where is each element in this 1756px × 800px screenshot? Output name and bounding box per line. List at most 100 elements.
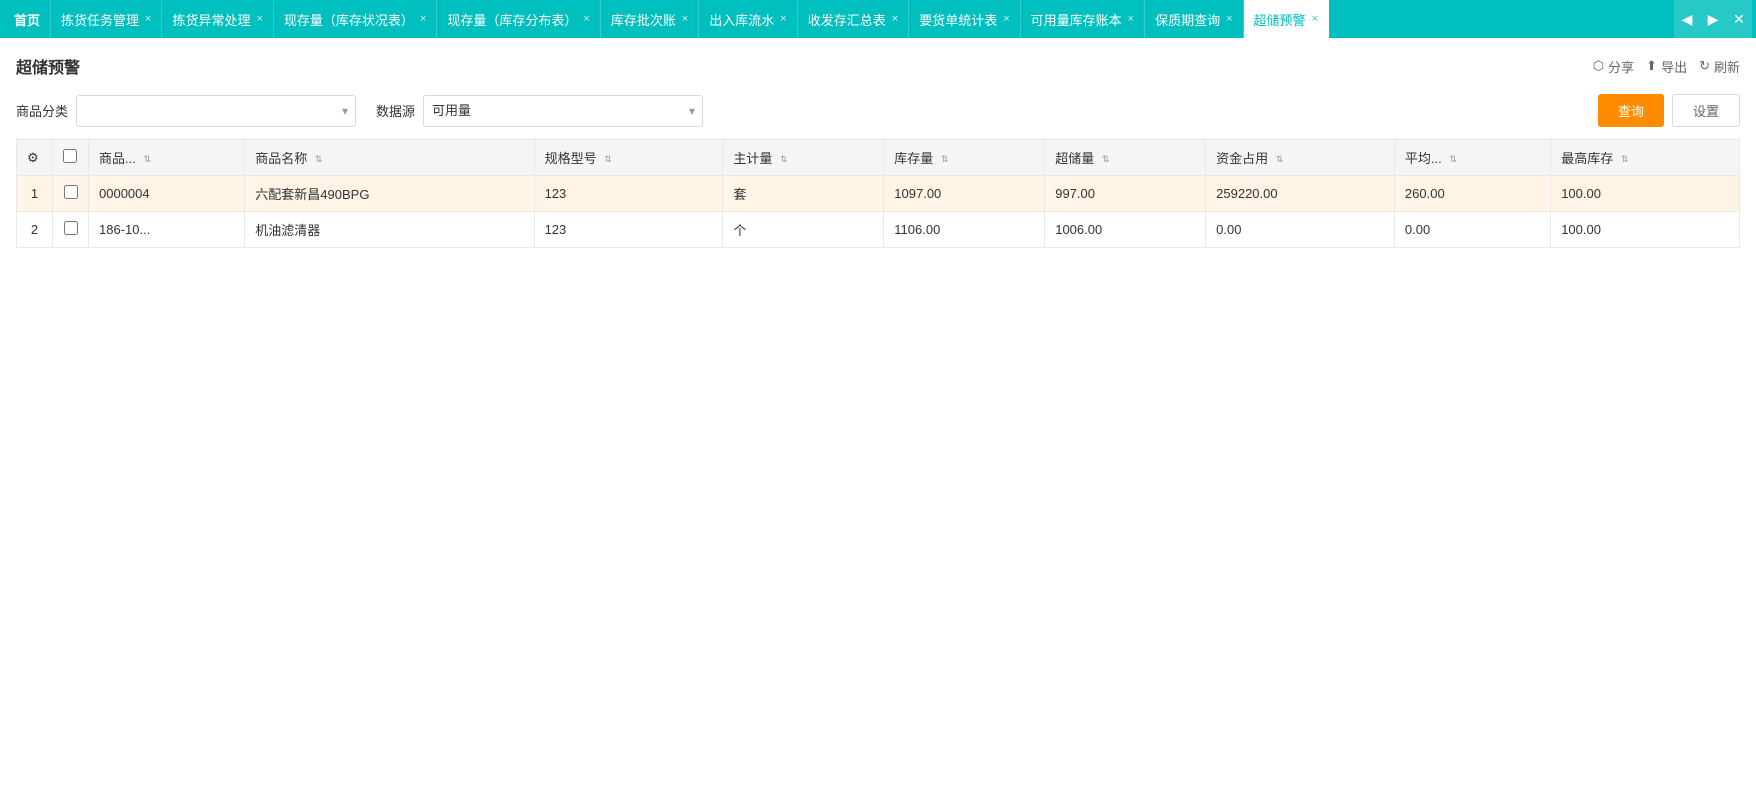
nav-tab-expiry-query[interactable]: 保质期查询 × [1145, 0, 1243, 38]
col-gear: ⚙ [17, 140, 53, 176]
row-checkbox[interactable] [64, 185, 78, 199]
sort-icon-stock[interactable]: ⇅ [941, 155, 949, 164]
col-max-stock: 最高库存 ⇅ [1551, 140, 1740, 176]
select-all-checkbox[interactable] [63, 149, 77, 163]
row-product-code: 186-10... [89, 212, 245, 248]
col-avg: 平均... ⇅ [1394, 140, 1550, 176]
sort-icon-capital[interactable]: ⇅ [1276, 155, 1284, 164]
nav-tab-pick-task-close[interactable]: × [145, 13, 151, 25]
page-title: 超储预警 [16, 54, 80, 78]
category-select-wrapper [76, 95, 356, 127]
col-capital-label: 资金占用 [1216, 151, 1268, 166]
row-capital: 0.00 [1206, 212, 1395, 248]
col-spec: 规格型号 ⇅ [534, 140, 723, 176]
nav-tab-pick-abnormal[interactable]: 拣货异常处理 × [162, 0, 273, 38]
nav-tab-order-stats[interactable]: 要货单统计表 × [909, 0, 1020, 38]
datasource-filter-label: 数据源 [376, 101, 415, 120]
nav-arrows: ◀ ▶ ✕ [1674, 0, 1752, 38]
col-unit: 主计量 ⇅ [723, 140, 884, 176]
sort-icon-spec[interactable]: ⇅ [604, 155, 612, 164]
table-header: ⚙ 商品... ⇅ 商品名称 ⇅ 规格型号 ⇅ 主计量 [17, 140, 1740, 176]
nav-tab-overstock-warning[interactable]: 超储预警 × [1244, 0, 1329, 38]
nav-tab-order-stats-close[interactable]: × [1003, 13, 1009, 25]
refresh-button[interactable]: ↻ 刷新 [1699, 57, 1740, 76]
main-content: 超储预警 ⬡ 分享 ⬆ 导出 ↻ 刷新 商品分类 [0, 38, 1756, 800]
sort-icon-overstock[interactable]: ⇅ [1102, 155, 1110, 164]
nav-tab-overstock-warning-close[interactable]: × [1312, 13, 1318, 25]
col-overstock-label: 超储量 [1055, 151, 1094, 166]
datasource-select[interactable]: 可用量 库存量 [423, 95, 703, 127]
nav-tab-overstock-warning-label: 超储预警 [1254, 10, 1306, 29]
nav-tab-batch-account[interactable]: 库存批次账 × [601, 0, 699, 38]
nav-tab-receive-summary-label: 收发存汇总表 [808, 10, 886, 29]
row-capital: 259220.00 [1206, 176, 1395, 212]
row-product-name: 六配套新昌490BPG [245, 176, 534, 212]
nav-tab-inout-flow-close[interactable]: × [780, 13, 786, 25]
sort-icon-product-code[interactable]: ⇅ [143, 155, 151, 164]
nav-tab-inout-flow[interactable]: 出入库流水 × [699, 0, 797, 38]
nav-tab-order-stats-label: 要货单统计表 [919, 10, 997, 29]
col-capital: 资金占用 ⇅ [1206, 140, 1395, 176]
row-stock: 1106.00 [884, 212, 1045, 248]
share-button[interactable]: ⬡ 分享 [1593, 57, 1634, 76]
col-product-name: 商品名称 ⇅ [245, 140, 534, 176]
row-max-stock: 100.00 [1551, 212, 1740, 248]
settings-button[interactable]: 设置 [1672, 94, 1740, 127]
nav-tab-inventory-dist[interactable]: 现存量（库存分布表） × [437, 0, 600, 38]
sort-icon-unit[interactable]: ⇅ [780, 155, 788, 164]
row-checkbox[interactable] [64, 221, 78, 235]
top-nav: 首页 拣货任务管理 × 拣货异常处理 × 现存量（库存状况表） × 现存量（库存… [0, 0, 1756, 38]
nav-tab-expiry-query-label: 保质期查询 [1155, 10, 1220, 29]
row-stock: 1097.00 [884, 176, 1045, 212]
nav-tab-inventory-status[interactable]: 现存量（库存状况表） × [274, 0, 437, 38]
datasource-select-wrapper: 可用量 库存量 [423, 95, 703, 127]
page-header: 超储预警 ⬡ 分享 ⬆ 导出 ↻ 刷新 [16, 54, 1740, 78]
table-row: 1 0000004 六配套新昌490BPG 123 套 1097.00 997.… [17, 176, 1740, 212]
query-button[interactable]: 查询 [1598, 94, 1664, 127]
share-label: 分享 [1608, 57, 1634, 76]
col-stock-label: 库存量 [894, 151, 933, 166]
nav-tab-inventory-dist-close[interactable]: × [583, 13, 589, 25]
nav-tab-home[interactable]: 首页 [4, 0, 51, 38]
filter-row: 商品分类 数据源 可用量 库存量 查询 设置 [16, 94, 1740, 127]
nav-tab-inout-flow-label: 出入库流水 [709, 10, 774, 29]
col-product-name-label: 商品名称 [255, 151, 307, 166]
col-checkbox-header [53, 140, 89, 176]
nav-tab-home-label: 首页 [14, 10, 40, 29]
nav-tab-pick-abnormal-close[interactable]: × [256, 13, 262, 25]
nav-tab-receive-summary[interactable]: 收发存汇总表 × [798, 0, 909, 38]
col-product-code: 商品... ⇅ [89, 140, 245, 176]
row-checkbox-cell [53, 212, 89, 248]
nav-arrow-right[interactable]: ▶ [1700, 0, 1726, 38]
sort-icon-product-name[interactable]: ⇅ [315, 155, 323, 164]
export-button[interactable]: ⬆ 导出 [1646, 57, 1687, 76]
row-overstock: 997.00 [1045, 176, 1206, 212]
nav-tab-available-account-label: 可用量库存账本 [1031, 10, 1122, 29]
row-product-code: 0000004 [89, 176, 245, 212]
nav-tab-receive-summary-close[interactable]: × [892, 13, 898, 25]
row-avg: 260.00 [1394, 176, 1550, 212]
nav-arrow-left[interactable]: ◀ [1674, 0, 1700, 38]
sort-icon-avg[interactable]: ⇅ [1449, 155, 1457, 164]
nav-arrow-close-all[interactable]: ✕ [1726, 0, 1752, 38]
col-spec-label: 规格型号 [545, 151, 597, 166]
col-stock: 库存量 ⇅ [884, 140, 1045, 176]
sort-icon-max-stock[interactable]: ⇅ [1621, 155, 1629, 164]
nav-tab-available-account[interactable]: 可用量库存账本 × [1021, 0, 1145, 38]
table-header-row: ⚙ 商品... ⇅ 商品名称 ⇅ 规格型号 ⇅ 主计量 [17, 140, 1740, 176]
category-select[interactable] [76, 95, 356, 127]
nav-tab-inventory-dist-label: 现存量（库存分布表） [447, 10, 577, 29]
nav-tab-available-account-close[interactable]: × [1128, 13, 1134, 25]
row-spec: 123 [534, 212, 723, 248]
nav-tab-expiry-query-close[interactable]: × [1226, 13, 1232, 25]
nav-tab-inventory-status-close[interactable]: × [420, 13, 426, 25]
row-overstock: 1006.00 [1045, 212, 1206, 248]
col-product-code-label: 商品... [99, 151, 136, 166]
nav-tab-batch-account-close[interactable]: × [682, 13, 688, 25]
nav-tab-pick-task[interactable]: 拣货任务管理 × [51, 0, 162, 38]
row-unit: 套 [723, 176, 884, 212]
gear-icon[interactable]: ⚙ [27, 150, 39, 165]
export-icon: ⬆ [1646, 58, 1657, 74]
row-spec: 123 [534, 176, 723, 212]
col-overstock: 超储量 ⇅ [1045, 140, 1206, 176]
